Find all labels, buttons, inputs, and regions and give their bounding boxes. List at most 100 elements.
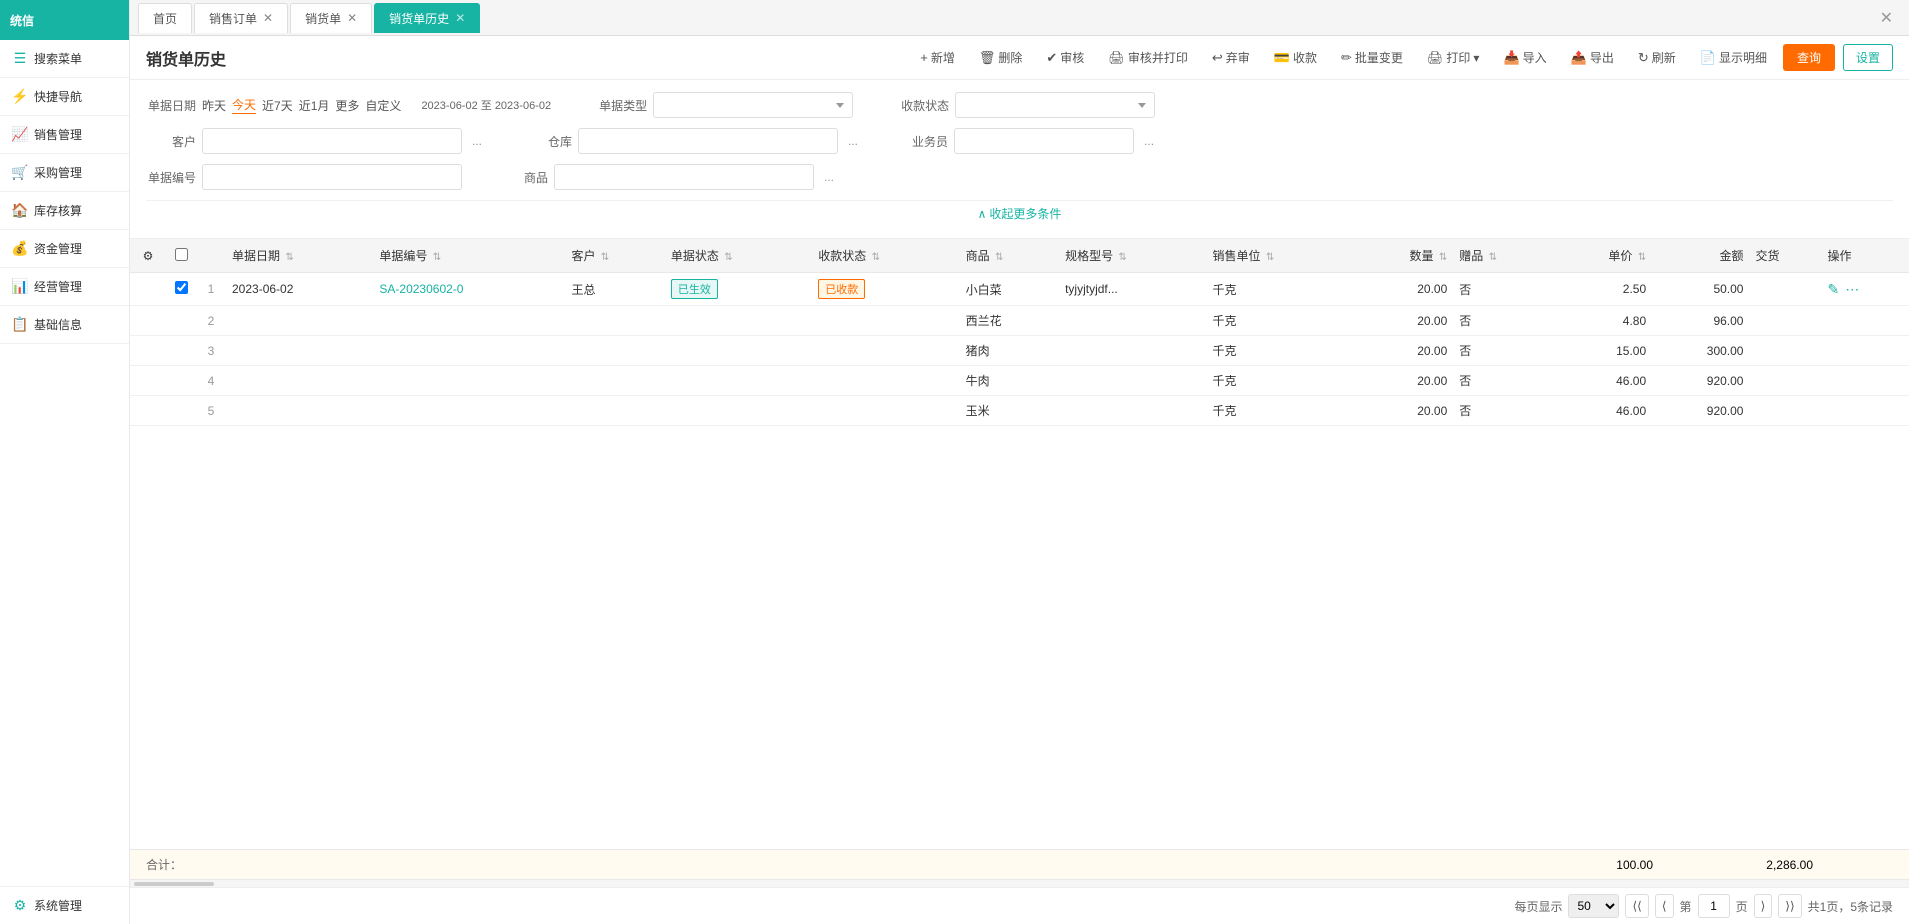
th-doc-status[interactable]: 单据状态 ⇅ — [665, 239, 812, 273]
row-checkbox[interactable] — [175, 281, 188, 294]
th-amount[interactable]: 金额 — [1652, 239, 1749, 273]
staff-ellipsis-button[interactable]: ... — [1140, 132, 1158, 150]
cell-doc-no[interactable] — [373, 396, 565, 426]
doc-type-select[interactable] — [653, 92, 853, 118]
tab-sales-order-close[interactable]: ✕ — [263, 11, 273, 25]
next-page-button[interactable]: ⟩ — [1754, 894, 1773, 918]
th-customer[interactable]: 客户 ⇅ — [565, 239, 664, 273]
audit-button[interactable]: ✔ 审核 — [1038, 45, 1092, 70]
th-doc-no[interactable]: 单据编号 ⇅ — [373, 239, 565, 273]
close-window-button[interactable]: ✕ — [1872, 8, 1901, 28]
customer-ellipsis-button[interactable]: ... — [468, 132, 486, 150]
sidebar-item-base-info[interactable]: 📋 基础信息 — [0, 306, 129, 344]
sidebar-item-inventory[interactable]: 🏠 库存核算 — [0, 192, 129, 230]
cell-qty: 20.00 — [1354, 336, 1453, 366]
warehouse-input[interactable] — [578, 128, 838, 154]
th-unit-price[interactable]: 单价 ⇅ — [1553, 239, 1652, 273]
per-page-select[interactable]: 50 100 200 — [1568, 894, 1619, 918]
th-settings[interactable]: ⚙ — [130, 239, 166, 273]
collect-status-select[interactable] — [955, 92, 1155, 118]
cell-checkbox[interactable] — [166, 396, 196, 426]
sidebar-item-purchase-mgmt[interactable]: 🛒 采购管理 — [0, 154, 129, 192]
shortcut-yesterday[interactable]: 昨天 — [202, 97, 226, 114]
last-page-button[interactable]: ⟩⟩ — [1778, 894, 1801, 918]
batch-change-button[interactable]: ✏ 批量变更 — [1333, 45, 1411, 70]
th-checkbox[interactable] — [166, 239, 196, 273]
show-details-button[interactable]: 📄 显示明细 — [1692, 45, 1775, 70]
warehouse-ellipsis-button[interactable]: ... — [844, 132, 862, 150]
table-row: 1 2023-06-02 SA-20230602-0 王总 已生效 已收款 小白… — [130, 273, 1909, 306]
tab-home[interactable]: 首页 — [138, 3, 192, 33]
doc-no-input[interactable] — [202, 164, 462, 190]
tab-sales-history[interactable]: 销货单历史 ✕ — [374, 3, 480, 33]
cell-checkbox[interactable] — [166, 273, 196, 306]
shortcut-more[interactable]: 更多 — [335, 97, 359, 114]
shortcut-today[interactable]: 今天 — [232, 96, 256, 114]
sidebar-item-search-menu[interactable]: ☰ 搜索菜单 — [0, 40, 129, 78]
scrollbar-thumb[interactable] — [134, 882, 214, 886]
import-button[interactable]: 📥 导入 — [1495, 45, 1554, 70]
cell-checkbox[interactable] — [166, 336, 196, 366]
edit-action-icon[interactable]: ✎ — [1827, 281, 1839, 298]
th-gift[interactable]: 赠品 ⇅ — [1453, 239, 1552, 273]
audit-print-button[interactable]: 🖨 审核并打印 — [1100, 45, 1196, 70]
logo-text: 统信 — [10, 12, 34, 29]
shortcut-custom[interactable]: 自定义 — [365, 97, 401, 114]
cell-seq: 1 — [196, 273, 226, 306]
collapse-button[interactable]: ∧ 收起更多条件 — [146, 200, 1893, 226]
tab-sales-history-close[interactable]: ✕ — [455, 11, 465, 25]
prev-page-button[interactable]: ⟨ — [1655, 894, 1674, 918]
first-page-button[interactable]: ⟨⟨ — [1625, 894, 1648, 918]
th-seq — [196, 239, 226, 273]
cell-doc-status — [665, 396, 812, 426]
abandon-icon: ↩ — [1212, 50, 1223, 66]
cell-checkbox[interactable] — [166, 366, 196, 396]
th-unit[interactable]: 销售单位 ⇅ — [1206, 239, 1353, 273]
th-spec[interactable]: 规格型号 ⇅ — [1059, 239, 1206, 273]
sidebar-item-quick-nav[interactable]: ⚡ 快捷导航 — [0, 78, 129, 116]
refresh-button[interactable]: ↻ 刷新 — [1630, 45, 1684, 70]
shortcut-7days[interactable]: 近7天 — [262, 97, 293, 114]
cell-collect-status — [812, 396, 959, 426]
cell-doc-no[interactable]: SA-20230602-0 — [373, 273, 565, 306]
print-button[interactable]: 🖨 打印 ▾ — [1419, 45, 1488, 70]
goods-input[interactable] — [554, 164, 814, 190]
delete-button[interactable]: 🗑 删除 — [971, 45, 1031, 70]
sidebar-item-finance[interactable]: 💰 资金管理 — [0, 230, 129, 268]
tab-sales-delivery[interactable]: 销货单 ✕ — [290, 3, 372, 33]
more-action-icon[interactable]: ⋯ — [1845, 281, 1859, 298]
sidebar-bottom: ⚙ 系统管理 — [0, 886, 129, 924]
th-qty[interactable]: 数量 ⇅ — [1354, 239, 1453, 273]
th-date[interactable]: 单据日期 ⇅ — [226, 239, 373, 273]
doc-type-filter-item: 单据类型 — [597, 92, 853, 118]
cell-gift: 否 — [1453, 396, 1552, 426]
customer-input[interactable] — [202, 128, 462, 154]
select-all-checkbox[interactable] — [175, 248, 188, 261]
export-button[interactable]: 📤 导出 — [1563, 45, 1622, 70]
sidebar-item-sales-mgmt[interactable]: 📈 销售管理 — [0, 116, 129, 154]
add-button[interactable]: + 新增 — [912, 45, 963, 70]
content-area: 销货单历史 + 新增 🗑 删除 ✔ 审核 🖨 审核并打印 ↩ 弃审 — [130, 36, 1909, 924]
query-button[interactable]: 查询 — [1783, 44, 1835, 71]
sidebar-item-ops[interactable]: 📊 经营管理 — [0, 268, 129, 306]
cell-doc-no[interactable] — [373, 306, 565, 336]
staff-input[interactable] — [954, 128, 1134, 154]
cell-amount: 50.00 — [1652, 273, 1749, 306]
th-transaction: 交货 — [1749, 239, 1821, 273]
tab-sales-delivery-close[interactable]: ✕ — [347, 11, 357, 25]
cell-checkbox[interactable] — [166, 306, 196, 336]
cell-settings — [130, 273, 166, 306]
settings-button[interactable]: 设置 — [1843, 44, 1893, 71]
cell-doc-no[interactable] — [373, 366, 565, 396]
th-goods[interactable]: 商品 ⇅ — [960, 239, 1059, 273]
th-collect-status[interactable]: 收款状态 ⇅ — [812, 239, 959, 273]
cell-doc-no[interactable] — [373, 336, 565, 366]
shortcut-1month[interactable]: 近1月 — [299, 97, 330, 114]
goods-ellipsis-button[interactable]: ... — [820, 168, 838, 186]
tab-sales-order[interactable]: 销售订单 ✕ — [194, 3, 288, 33]
collect-button[interactable]: 💳 收款 — [1266, 45, 1325, 70]
horizontal-scrollbar[interactable] — [130, 879, 1909, 887]
abandon-button[interactable]: ↩ 弃审 — [1204, 45, 1258, 70]
sidebar-item-sys-mgmt[interactable]: ⚙ 系统管理 — [0, 887, 129, 924]
page-input[interactable]: 1 — [1698, 894, 1730, 918]
